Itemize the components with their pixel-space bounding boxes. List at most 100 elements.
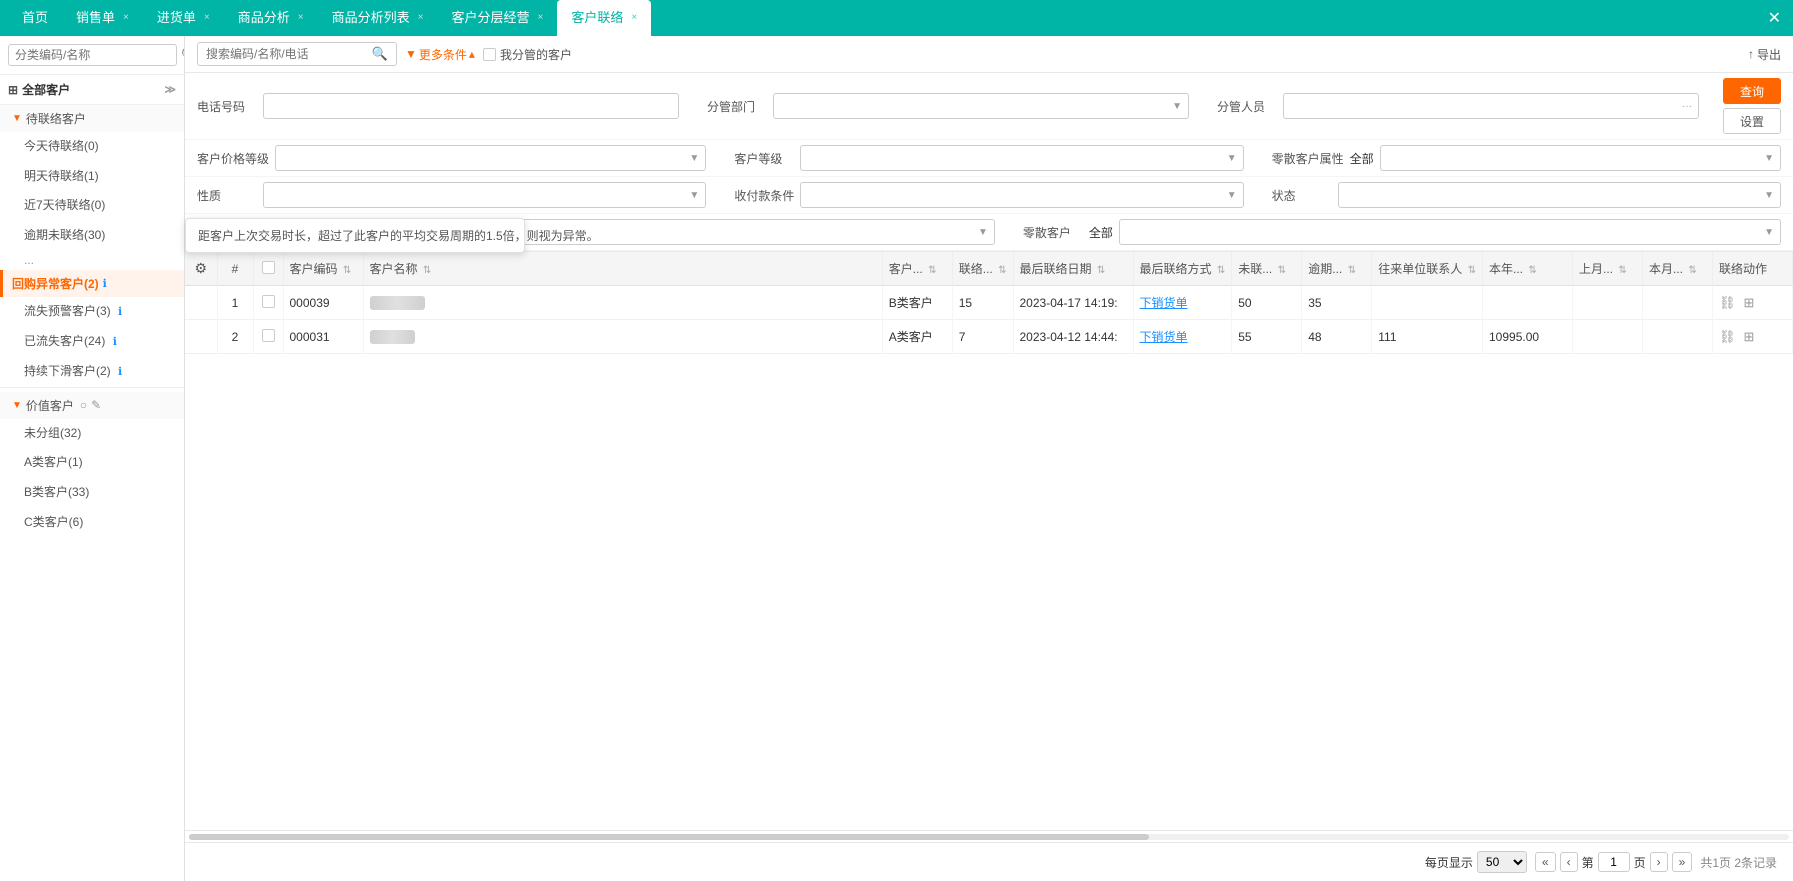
- nav-sales[interactable]: 销售单 ×: [62, 0, 143, 36]
- per-page-select[interactable]: 50 20 100: [1477, 851, 1527, 873]
- scroll-track[interactable]: [189, 834, 1789, 840]
- retail-attr-select[interactable]: ▼: [1380, 145, 1781, 171]
- sidebar-item-abnormal[interactable]: 回购异常客户(2) ℹ: [0, 270, 184, 297]
- page-input[interactable]: [1598, 852, 1630, 872]
- row-type: B类客户: [882, 286, 952, 320]
- search-icon[interactable]: 🔍: [372, 46, 388, 62]
- more-conditions-button[interactable]: ▼ 更多条件 ▴: [405, 46, 475, 63]
- last-page-button[interactable]: »: [1672, 852, 1693, 872]
- row-select-checkbox[interactable]: [262, 329, 275, 342]
- col-thismonth-header[interactable]: 本月... ⇅: [1643, 252, 1713, 286]
- close-icon[interactable]: ×: [418, 0, 424, 36]
- checkbox-icon[interactable]: [483, 48, 496, 61]
- more-dots[interactable]: ...: [0, 250, 184, 270]
- select-all-checkbox[interactable]: [262, 261, 275, 274]
- search-input[interactable]: [206, 47, 372, 61]
- nav-home[interactable]: 首页: [8, 0, 62, 36]
- scroll-thumb[interactable]: [189, 834, 1149, 840]
- all-customers-header[interactable]: ⊞ 全部客户 ≫: [0, 75, 184, 105]
- level-select[interactable]: ▼: [800, 145, 1243, 171]
- sidebar-item-a-class[interactable]: A类客户(1): [0, 448, 184, 478]
- row-year: 10995.00: [1483, 320, 1573, 354]
- my-customers-checkbox[interactable]: 我分管的客户: [483, 46, 572, 63]
- col-overdue-header[interactable]: 逾期... ⇅: [1302, 252, 1372, 286]
- status-select[interactable]: ▼: [1338, 182, 1781, 208]
- customer-name-blurred: [370, 296, 425, 310]
- col-name-header[interactable]: 客户名称 ⇅: [363, 252, 882, 286]
- dept-select[interactable]: ▼: [773, 93, 1189, 119]
- col-type-header[interactable]: 客户... ⇅: [882, 252, 952, 286]
- row-checkbox[interactable]: [253, 320, 283, 354]
- phone-input[interactable]: [263, 93, 679, 119]
- col-uncontact-header[interactable]: 未联... ⇅: [1232, 252, 1302, 286]
- col-contact-header[interactable]: 联络... ⇅: [952, 252, 1013, 286]
- close-icon[interactable]: ×: [631, 0, 637, 36]
- grid-action-icon[interactable]: ⊞: [1744, 295, 1755, 311]
- sort-icon: ⇅: [423, 265, 431, 276]
- sort-icon: ⇅: [1217, 265, 1225, 276]
- col-year-header[interactable]: 本年... ⇅: [1483, 252, 1573, 286]
- dept-field: 分管部门 ▼: [707, 93, 1189, 119]
- value-group-header[interactable]: ▼ 价值客户 ○ ✎: [0, 392, 184, 419]
- set-button[interactable]: 设置: [1723, 108, 1781, 134]
- col-lastway-header[interactable]: 最后联络方式 ⇅: [1133, 252, 1232, 286]
- close-icon[interactable]: ×: [123, 0, 129, 36]
- collapse-icon[interactable]: ≫: [164, 83, 176, 96]
- chevron-down-icon: ▼: [689, 190, 699, 201]
- sidebar-item-overdue[interactable]: 逾期未联络(30): [0, 221, 184, 251]
- table-row: 1 000039 B类客户 15 2023-04-17 14:19: 下销货单: [185, 286, 1793, 320]
- row-lastway[interactable]: 下销货单: [1133, 286, 1232, 320]
- triangle-icon: ▼: [12, 400, 22, 411]
- nav-product-list[interactable]: 商品分析列表 ×: [318, 0, 438, 36]
- col-lastmonth-header[interactable]: 上月... ⇅: [1573, 252, 1643, 286]
- sidebar-item-loss-warning[interactable]: 流失预警客户(3) ℹ: [0, 297, 184, 327]
- col-lastdate-header[interactable]: 最后联络日期 ⇅: [1013, 252, 1133, 286]
- gender-select[interactable]: ▼: [263, 182, 706, 208]
- grid-action-icon[interactable]: ⊞: [1744, 329, 1755, 345]
- col-cocontact-header[interactable]: 往来单位联系人 ⇅: [1372, 252, 1483, 286]
- nav-customer-layer[interactable]: 客户分层经营 ×: [437, 0, 557, 36]
- nav-product-analysis[interactable]: 商品分析 ×: [224, 0, 318, 36]
- contact-link-icon[interactable]: ⛓: [1719, 295, 1736, 311]
- row-type: A类客户: [882, 320, 952, 354]
- sidebar-item-lost[interactable]: 已流失客户(24) ℹ: [0, 327, 184, 357]
- close-icon[interactable]: ×: [537, 0, 543, 36]
- first-page-button[interactable]: «: [1535, 852, 1556, 872]
- settings-col-header[interactable]: ⚙: [185, 252, 217, 286]
- close-icon[interactable]: ×: [298, 0, 304, 36]
- col-code-header[interactable]: 客户编码 ⇅: [283, 252, 363, 286]
- row-cocontact: 111: [1372, 320, 1483, 354]
- sidebar-item-today[interactable]: 今天待联络(0): [0, 132, 184, 162]
- info-icon: ℹ: [118, 306, 122, 318]
- row-lastway[interactable]: 下销货单: [1133, 320, 1232, 354]
- sidebar-search-input[interactable]: [8, 44, 177, 66]
- close-icon[interactable]: ×: [204, 0, 210, 36]
- sidebar-item-declining[interactable]: 持续下滑客户(2) ℹ: [0, 357, 184, 387]
- export-button[interactable]: ↑ 导出: [1748, 46, 1781, 63]
- window-close-button[interactable]: ✕: [1768, 8, 1781, 28]
- pending-group-header[interactable]: ▼ 待联络客户: [0, 105, 184, 132]
- row-lastmonth: [1573, 286, 1643, 320]
- person-select[interactable]: ···: [1283, 93, 1699, 119]
- nav-customer-contact[interactable]: 客户联络 ×: [557, 0, 651, 36]
- page-navigation: « ‹ 第 页 › »: [1535, 852, 1692, 872]
- sort-icon: ⇅: [998, 265, 1006, 276]
- row-select-checkbox[interactable]: [262, 295, 275, 308]
- sidebar: 🔍 ⊞ 全部客户 ≫ ▼ 待联络客户 今天待联络(0) 明天待联络(1) 近7天…: [0, 36, 185, 881]
- next-page-button[interactable]: ›: [1650, 852, 1668, 872]
- sidebar-item-7days[interactable]: 近7天待联络(0): [0, 191, 184, 221]
- retail2-select[interactable]: ▼: [1119, 219, 1781, 245]
- sidebar-item-c-class[interactable]: C类客户(6): [0, 508, 184, 538]
- pay-select[interactable]: ▼: [800, 182, 1243, 208]
- query-button[interactable]: 查询: [1723, 78, 1781, 104]
- horizontal-scrollbar[interactable]: [185, 830, 1793, 842]
- prev-page-button[interactable]: ‹: [1560, 852, 1578, 872]
- price-level-select[interactable]: ▼: [275, 145, 706, 171]
- sidebar-item-tomorrow[interactable]: 明天待联络(1): [0, 162, 184, 192]
- settings-icon[interactable]: ⚙: [194, 260, 207, 276]
- sidebar-item-ungroup[interactable]: 未分组(32): [0, 419, 184, 449]
- row-checkbox[interactable]: [253, 286, 283, 320]
- sidebar-item-b-class[interactable]: B类客户(33): [0, 478, 184, 508]
- contact-link-icon[interactable]: ⛓: [1719, 329, 1736, 345]
- nav-purchase[interactable]: 进货单 ×: [143, 0, 224, 36]
